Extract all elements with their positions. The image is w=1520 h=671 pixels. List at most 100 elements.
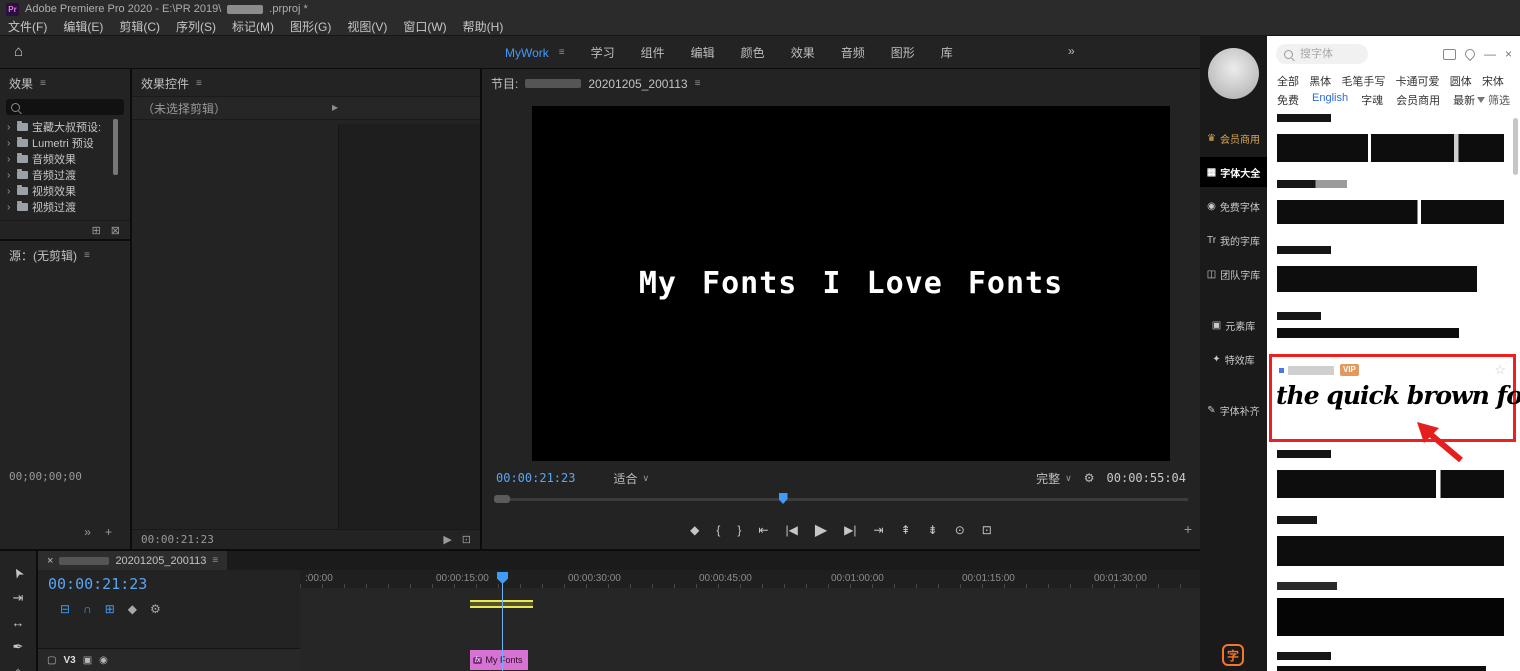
panel-menu-icon[interactable]: ≡: [212, 555, 218, 566]
timeline-clip-my-fonts[interactable]: fx My Fonts: [470, 650, 528, 670]
goto-out-button[interactable]: ⇥: [874, 523, 884, 537]
effect-controls-timecode[interactable]: 00:00:21:23: [141, 533, 214, 546]
close-icon[interactable]: ×: [1505, 47, 1512, 61]
menu-clip[interactable]: 剪辑(C): [111, 18, 168, 35]
category-brush[interactable]: 毛笔手写: [1341, 73, 1385, 89]
timeline-ruler[interactable]: :00:00 00:00:15:00 00:00:30:00 00:00:45:…: [300, 570, 1200, 589]
snap-magnet-icon[interactable]: ∩: [83, 602, 92, 616]
pin-icon[interactable]: [1462, 46, 1478, 62]
add-marker-icon[interactable]: ◆: [128, 602, 137, 616]
menu-file[interactable]: 文件(F): [0, 18, 55, 35]
hand-tool[interactable]: ⌖: [14, 664, 21, 671]
highlighted-font-item[interactable]: VIP ☆ the quick brown fox ju: [1269, 354, 1520, 442]
sidebar-item-team-fonts[interactable]: ◫ 团队字库: [1200, 259, 1267, 289]
favorite-star-icon[interactable]: ☆: [1494, 362, 1506, 378]
tab-learning[interactable]: 学习: [591, 44, 615, 61]
font-list-item[interactable]: [1277, 312, 1504, 338]
tab-effects[interactable]: 效果: [791, 44, 815, 61]
tab-libraries[interactable]: 库: [941, 44, 953, 61]
program-scrubber[interactable]: [494, 493, 1188, 505]
effects-bin-row[interactable]: › 视频效果: [0, 183, 130, 199]
scrubber-handle[interactable]: [494, 495, 510, 503]
add-button-icon[interactable]: +: [105, 525, 112, 539]
category-round[interactable]: 圆体: [1450, 73, 1472, 89]
tab-editing[interactable]: 编辑: [691, 44, 715, 61]
play-around-icon[interactable]: ▶: [443, 533, 451, 546]
feedback-icon[interactable]: [1442, 48, 1456, 60]
timeline-tracks-area[interactable]: [300, 588, 1200, 671]
selection-tool[interactable]: ➤: [8, 565, 26, 582]
linked-selection-icon[interactable]: ⊞: [105, 602, 115, 616]
track-insert-icon[interactable]: ▣: [83, 655, 92, 666]
lift-button[interactable]: ⇞: [901, 523, 911, 537]
tab-audio[interactable]: 音频: [841, 44, 865, 61]
font-list-scrollbar[interactable]: [1513, 118, 1518, 175]
export-frame-button[interactable]: ⊙: [955, 523, 965, 537]
panel-menu-icon[interactable]: ≡: [84, 250, 90, 261]
sidebar-item-vip-commercial[interactable]: ♛ 会员商用: [1200, 123, 1267, 153]
sidebar-item-font-completion[interactable]: ✎ 字体补齐: [1200, 395, 1267, 425]
comparison-view-button[interactable]: ⊡: [982, 523, 992, 537]
scrubber-track[interactable]: [494, 498, 1188, 501]
ripple-edit-tool[interactable]: ↔: [12, 615, 25, 630]
track-label[interactable]: V3: [63, 655, 75, 666]
category-newest[interactable]: 最新: [1453, 92, 1475, 108]
effects-bin-row[interactable]: › 音频过渡: [0, 167, 130, 183]
extract-button[interactable]: ⇟: [928, 523, 938, 537]
menu-edit[interactable]: 编辑(E): [55, 18, 111, 35]
filter-button[interactable]: 筛选: [1477, 92, 1510, 108]
step-forward-button[interactable]: ▶|: [844, 523, 856, 537]
button-editor-plus[interactable]: +: [1184, 521, 1192, 537]
collapse-icon[interactable]: »: [84, 525, 91, 539]
plugin-logo[interactable]: 字: [1222, 644, 1244, 666]
tab-graphics[interactable]: 图形: [891, 44, 915, 61]
panel-menu-icon[interactable]: ≡: [40, 78, 46, 89]
menu-graphics[interactable]: 图形(G): [282, 18, 339, 35]
category-zihun[interactable]: 字魂: [1361, 92, 1383, 108]
pen-tool[interactable]: ✒: [13, 639, 24, 655]
menu-sequence[interactable]: 序列(S): [168, 18, 224, 35]
program-timecode[interactable]: 00:00:21:23: [496, 471, 575, 485]
menu-view[interactable]: 视图(V): [339, 18, 395, 35]
tab-mywork[interactable]: MyWork: [505, 46, 549, 60]
category-cartoon[interactable]: 卡通可爱: [1396, 73, 1440, 89]
mark-out-button[interactable]: }: [737, 523, 741, 537]
effects-search-input[interactable]: [25, 100, 119, 114]
sidebar-item-my-fonts[interactable]: Tr 我的字库: [1200, 225, 1267, 255]
sequence-tab[interactable]: × 20201205_200113 ≡: [38, 551, 228, 570]
menu-window[interactable]: 窗口(W): [395, 18, 454, 35]
panel-menu-icon[interactable]: ≡: [695, 78, 701, 89]
sidebar-item-free-fonts[interactable]: ◉ 免费字体: [1200, 191, 1267, 221]
font-list-item[interactable]: [1277, 450, 1504, 498]
step-back-button[interactable]: |◀: [785, 523, 797, 537]
font-list-item[interactable]: [1277, 114, 1504, 162]
category-english[interactable]: English: [1312, 92, 1348, 108]
sidebar-item-effects-library[interactable]: ✦ 特效库: [1200, 344, 1267, 374]
category-all[interactable]: 全部: [1277, 73, 1299, 89]
category-free[interactable]: 免费: [1277, 92, 1299, 108]
timeline-settings-icon[interactable]: ⚙: [150, 602, 161, 616]
resolution-dropdown[interactable]: 完整 ∨: [1036, 470, 1072, 487]
delete-bin-icon[interactable]: ⊠: [111, 224, 120, 237]
effects-bin-row[interactable]: › Lumetri 预设: [0, 135, 130, 151]
new-bin-icon[interactable]: ⊞: [92, 224, 101, 237]
font-list-item[interactable]: [1277, 652, 1504, 671]
loop-icon[interactable]: ⊡: [462, 533, 471, 546]
effects-bin-row[interactable]: › 视频过渡: [0, 199, 130, 215]
minimize-icon[interactable]: —: [1484, 47, 1496, 61]
effects-scrollbar[interactable]: [113, 119, 118, 175]
font-list-item[interactable]: [1277, 246, 1504, 292]
timeline-playhead-line[interactable]: [502, 575, 503, 671]
category-songti[interactable]: 宋体: [1482, 73, 1504, 89]
fit-dropdown[interactable]: 适合 ∨: [613, 470, 649, 487]
panel-menu-icon[interactable]: ≡: [196, 78, 202, 89]
category-vip-commercial[interactable]: 会员商用: [1396, 92, 1440, 108]
mark-in-button[interactable]: {: [716, 523, 720, 537]
font-list-item[interactable]: [1277, 582, 1504, 636]
close-icon[interactable]: ×: [47, 555, 53, 567]
track-output-eye-icon[interactable]: ◉: [99, 655, 108, 666]
expand-arrow-icon[interactable]: ▸: [332, 100, 338, 114]
timeline-timecode[interactable]: 00:00:21:23: [48, 575, 147, 593]
font-list-item[interactable]: [1277, 180, 1504, 224]
effects-bin-row[interactable]: › 音频效果: [0, 151, 130, 167]
